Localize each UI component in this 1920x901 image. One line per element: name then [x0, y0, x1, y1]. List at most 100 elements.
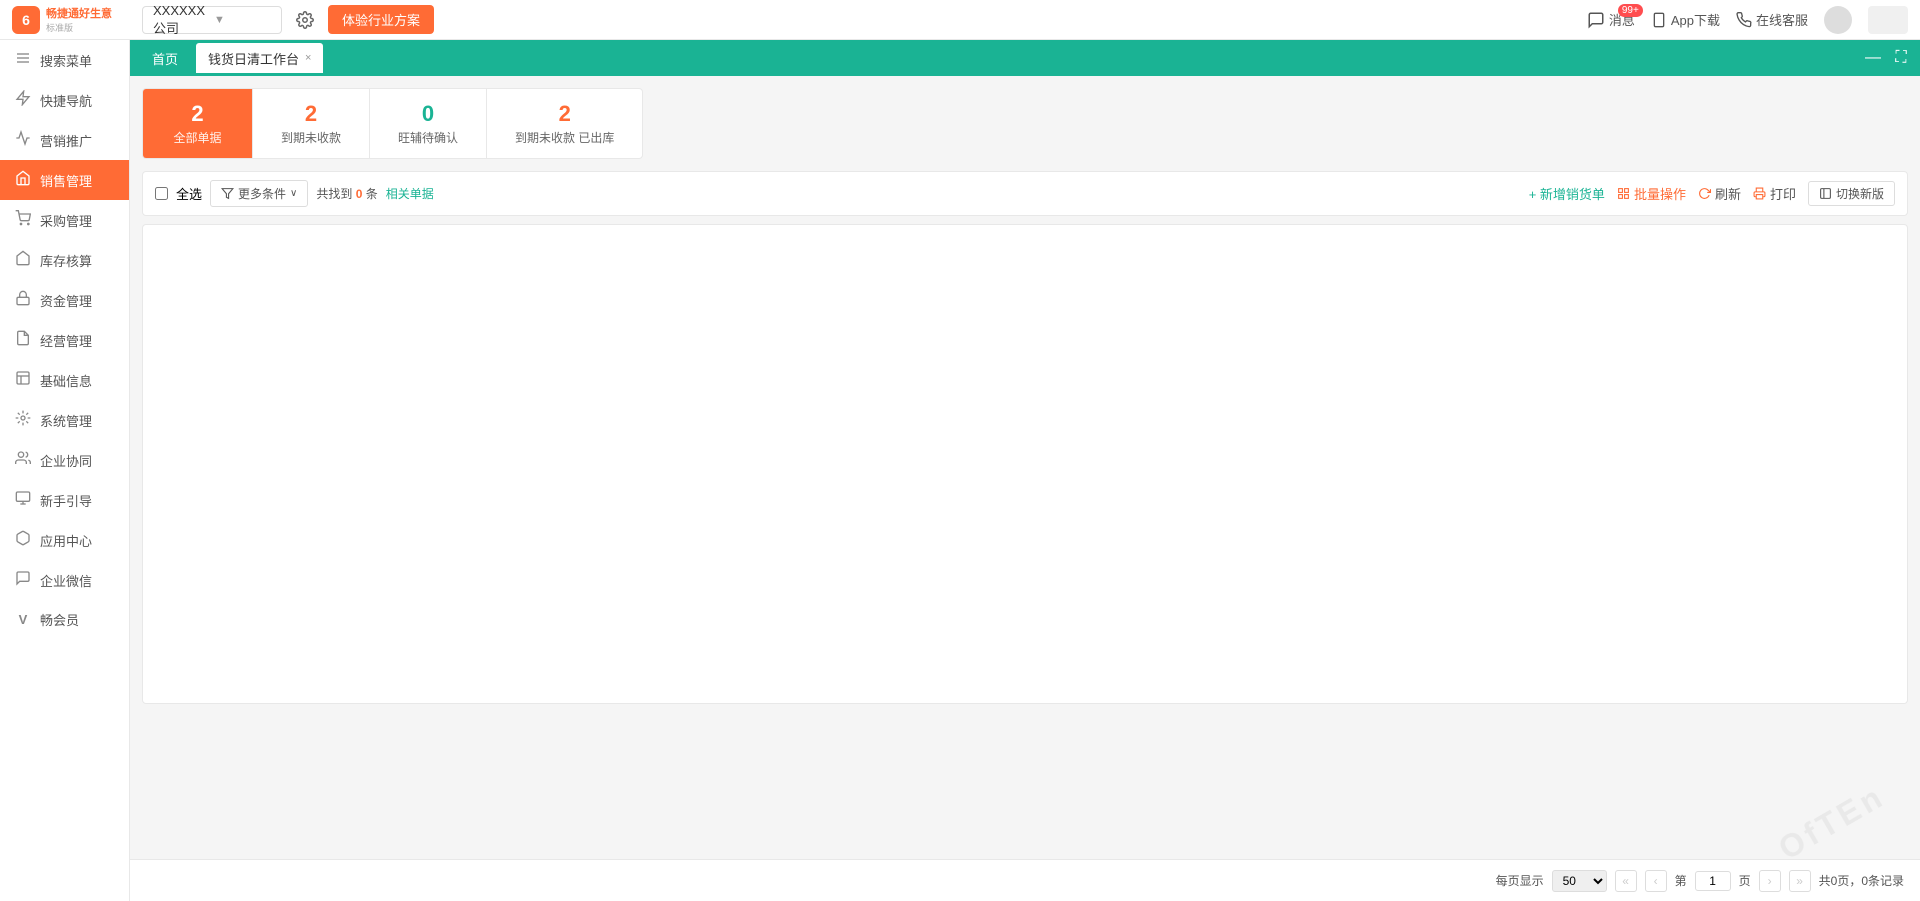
sidebar-label: 企业协同: [40, 451, 92, 470]
sidebar: 搜索菜单 快捷导航 营销推广 销售管理 采购管理: [0, 40, 130, 901]
sidebar-item-guide[interactable]: 新手引导: [0, 480, 129, 520]
sidebar-item-search-menu[interactable]: 搜索菜单: [0, 40, 129, 80]
sidebar-label: 采购管理: [40, 211, 92, 230]
found-text: 共找到 0 条: [316, 185, 377, 202]
guide-icon: [14, 490, 32, 510]
avatar[interactable]: [1824, 6, 1852, 34]
marketing-icon: [14, 130, 32, 150]
sidebar-label: 畅会员: [40, 610, 79, 629]
card-overdue-shipped[interactable]: 2 到期未收款 已出库: [487, 89, 642, 158]
sidebar-label: 库存核算: [40, 251, 92, 270]
card-pending[interactable]: 0 旺辅待确认: [370, 89, 487, 158]
sidebar-item-sales[interactable]: 销售管理: [0, 160, 129, 200]
message-badge: 99+: [1618, 4, 1643, 17]
card-label-overdue: 到期未收款: [281, 129, 341, 146]
next-page-button[interactable]: ›: [1759, 870, 1781, 892]
card-count-all: 2: [171, 101, 224, 127]
sidebar-label: 新手引导: [40, 491, 92, 510]
batch-operation-button[interactable]: 批量操作: [1617, 184, 1686, 203]
company-selector[interactable]: XXXXXX公司 ▼: [142, 6, 282, 34]
found-count: 0: [356, 187, 363, 201]
header-right: 消息 99+ App下载 在线客服: [1587, 6, 1908, 34]
tab-maximize-button[interactable]: ⛶: [1890, 47, 1912, 69]
sidebar-item-inventory[interactable]: 库存核算: [0, 240, 129, 280]
card-overdue[interactable]: 2 到期未收款: [253, 89, 370, 158]
purchase-icon: [14, 210, 32, 230]
filter-button[interactable]: 更多条件 ∨: [210, 180, 308, 207]
user-menu[interactable]: [1868, 6, 1908, 34]
enterprise-icon: [14, 450, 32, 470]
related-orders-link[interactable]: 相关单据: [386, 185, 434, 202]
card-count-overdue: 2: [281, 101, 341, 127]
logo-area: 6 畅捷通好生意 标准版: [12, 5, 142, 34]
card-label-pending: 旺辅待确认: [398, 129, 458, 146]
tab-home[interactable]: 首页: [138, 43, 192, 74]
refresh-button[interactable]: 刷新: [1698, 184, 1741, 203]
card-label-all: 全部单据: [171, 129, 224, 146]
card-count-overdue-shipped: 2: [515, 101, 614, 127]
card-label-overdue-shipped: 到期未收款 已出库: [515, 129, 614, 146]
top-header: 6 畅捷通好生意 标准版 XXXXXX公司 ▼ 体验行业方案 消息 99+ Ap…: [0, 0, 1920, 40]
tab-cashflow[interactable]: 钱货日清工作台 ×: [196, 43, 323, 73]
last-page-button[interactable]: »: [1789, 870, 1811, 892]
page-label: 第: [1675, 872, 1687, 889]
sidebar-item-purchase[interactable]: 采购管理: [0, 200, 129, 240]
sidebar-item-quick-nav[interactable]: 快捷导航: [0, 80, 129, 120]
sidebar-item-finance[interactable]: 资金管理: [0, 280, 129, 320]
quick-nav-icon: [14, 90, 32, 110]
sidebar-label: 快捷导航: [40, 91, 92, 110]
sidebar-item-member[interactable]: V 畅会员: [0, 600, 129, 639]
online-service-button[interactable]: 在线客服: [1736, 10, 1808, 29]
wechat-icon: [14, 570, 32, 590]
summary-cards: 2 全部单据 2 到期未收款 0 旺辅待确认 2 到期未收款 已出库: [142, 88, 643, 159]
tab-actions: — ⛶: [1862, 47, 1912, 69]
card-count-pending: 0: [398, 101, 458, 127]
tab-close-button[interactable]: ×: [305, 52, 311, 64]
toolbar-right: + 新增销货单 批量操作 刷新 打印: [1529, 181, 1895, 206]
sidebar-item-system[interactable]: 系统管理: [0, 400, 129, 440]
sales-icon: [14, 170, 32, 190]
sidebar-item-app-center[interactable]: 应用中心: [0, 520, 129, 560]
system-icon: [14, 410, 32, 430]
sidebar-label: 营销推广: [40, 131, 92, 150]
inventory-icon: [14, 250, 32, 270]
logo-icon: 6: [12, 6, 40, 34]
page-suffix: 页: [1739, 872, 1751, 889]
main-content: 2 全部单据 2 到期未收款 0 旺辅待确认 2 到期未收款 已出库 全选 更多…: [130, 76, 1920, 901]
sidebar-label: 基础信息: [40, 371, 92, 390]
basic-info-icon: [14, 370, 32, 390]
per-page-select[interactable]: 50 100 200: [1552, 870, 1607, 892]
sidebar-item-basic-info[interactable]: 基础信息: [0, 360, 129, 400]
pagination: 每页显示 50 100 200 « ‹ 第 页 › » 共0页，0条记录: [130, 859, 1920, 901]
table-area: [142, 224, 1908, 704]
sidebar-item-marketing[interactable]: 营销推广: [0, 120, 129, 160]
message-button[interactable]: 消息 99+: [1587, 10, 1635, 29]
operations-icon: [14, 330, 32, 350]
print-button[interactable]: 打印: [1753, 184, 1796, 203]
member-icon: V: [14, 612, 32, 627]
per-page-label: 每页显示: [1496, 872, 1544, 889]
sidebar-item-operations[interactable]: 经营管理: [0, 320, 129, 360]
prev-page-button[interactable]: ‹: [1645, 870, 1667, 892]
sidebar-label: 应用中心: [40, 531, 92, 550]
sidebar-label: 经营管理: [40, 331, 92, 350]
app-download-button[interactable]: App下载: [1651, 10, 1720, 29]
sidebar-item-wechat[interactable]: 企业微信: [0, 560, 129, 600]
tab-label: 钱货日清工作台: [208, 49, 299, 68]
settings-button[interactable]: [290, 5, 320, 35]
page-number-input[interactable]: [1695, 871, 1731, 891]
sidebar-label: 销售管理: [40, 171, 92, 190]
toolbar: 全选 更多条件 ∨ 共找到 0 条 相关单据 + 新增销货单 批量操作: [142, 171, 1908, 216]
finance-icon: [14, 290, 32, 310]
switch-version-button[interactable]: 切换新版: [1808, 181, 1895, 206]
sidebar-label: 搜索菜单: [40, 51, 92, 70]
trial-button[interactable]: 体验行业方案: [328, 5, 434, 34]
first-page-button[interactable]: «: [1615, 870, 1637, 892]
card-all[interactable]: 2 全部单据: [143, 89, 253, 158]
total-records: 共0页，0条记录: [1819, 872, 1904, 889]
tab-minimize-button[interactable]: —: [1862, 47, 1884, 69]
sidebar-item-enterprise[interactable]: 企业协同: [0, 440, 129, 480]
sidebar-label: 企业微信: [40, 571, 92, 590]
select-all-checkbox[interactable]: [155, 187, 168, 200]
new-order-button[interactable]: + 新增销货单: [1529, 184, 1605, 203]
